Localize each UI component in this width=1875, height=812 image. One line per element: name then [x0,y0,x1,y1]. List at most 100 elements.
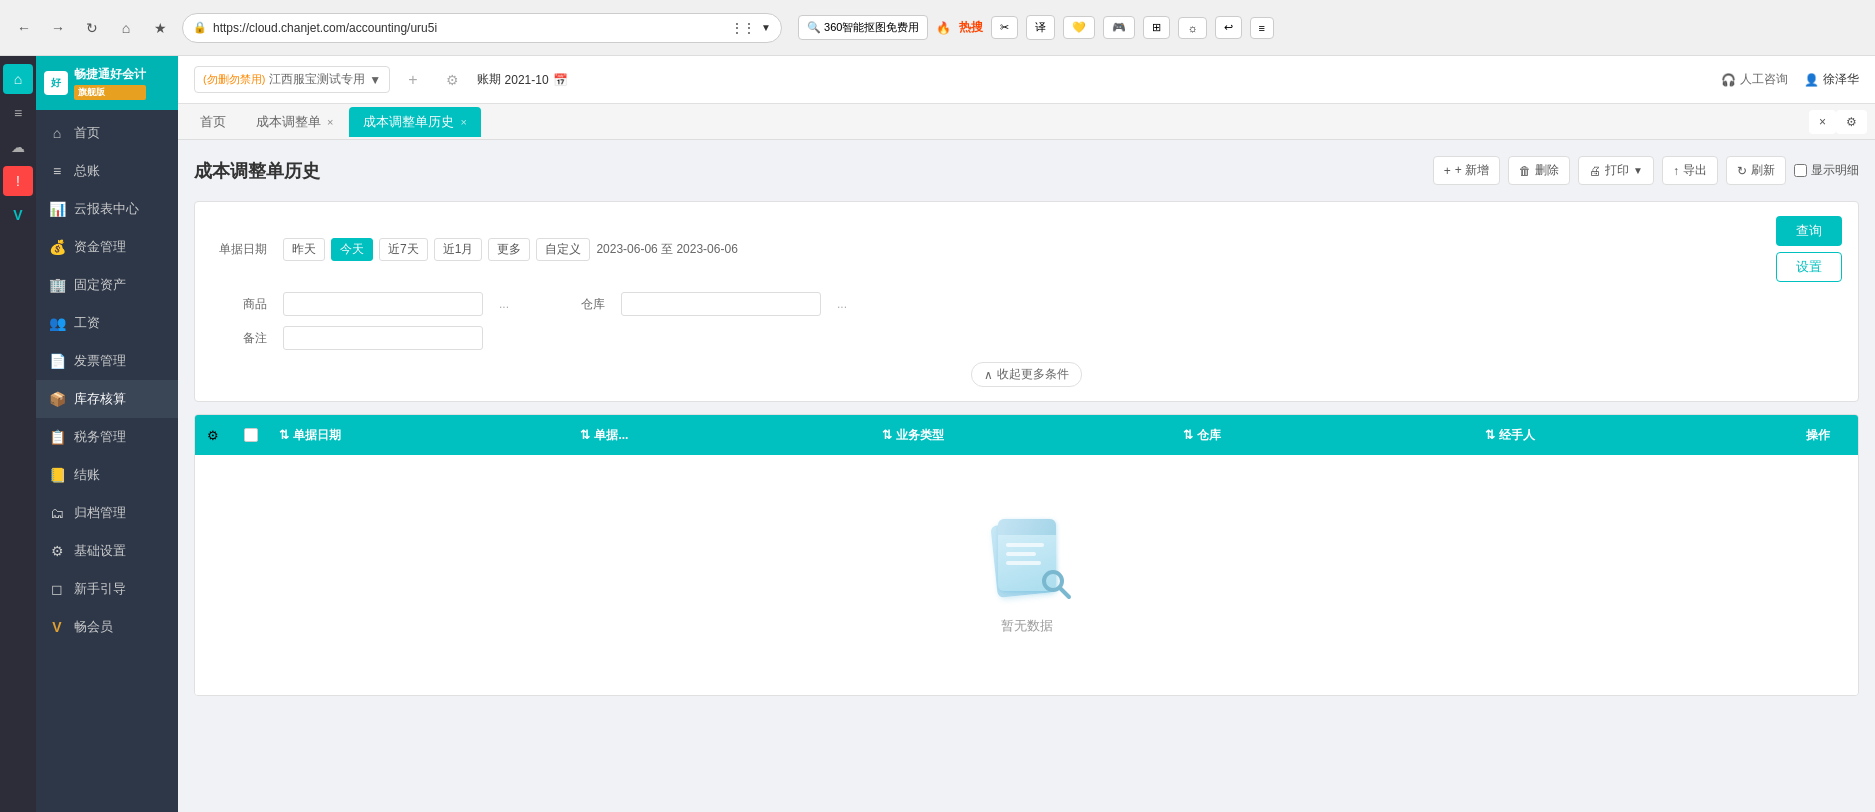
sidebar-item-ledger[interactable]: ≡ 总账 [36,152,178,190]
set-btn[interactable]: 设置 [1776,252,1842,282]
avatar-icon: 👤 [1804,73,1819,87]
add-company-btn[interactable]: + [398,66,427,94]
theme-btn[interactable]: ☼ [1178,17,1206,39]
sidebar-item-home[interactable]: ⌂ 首页 [36,114,178,152]
user-info[interactable]: 👤 徐泽华 [1804,71,1859,88]
display-cols-toggle[interactable]: 显示明细 [1794,162,1859,179]
goods-more-btn[interactable]: ... [499,297,509,311]
reload-button[interactable]: ↻ [78,14,106,42]
tab-cost-adjust-close[interactable]: × [327,116,333,128]
date-yesterday-btn[interactable]: 昨天 [283,238,325,261]
forward-button[interactable]: → [44,14,72,42]
sidebar-item-tax[interactable]: 📋 税务管理 [36,418,178,456]
dropdown-icon[interactable]: ▼ [761,22,771,33]
icon-bar-ledger[interactable]: ≡ [3,98,33,128]
sort-icon-warehouse: ⇅ [1183,428,1193,442]
icon-bar-notify[interactable]: ! [3,166,33,196]
th-checkbox[interactable] [231,428,271,442]
tab-cost-adjust-label: 成本调整单 [256,113,321,131]
refresh-btn[interactable]: ↻ 刷新 [1726,156,1786,185]
tab-cost-adjust-history[interactable]: 成本调整单历史 × [349,107,480,137]
sidebar-item-assets[interactable]: 🏢 固定资产 [36,266,178,304]
icon-bar-home[interactable]: ⌂ [3,64,33,94]
th-number[interactable]: ⇅ 单据... [572,427,873,444]
icon-bar-cloud[interactable]: ☁ [3,132,33,162]
th-biz-type[interactable]: ⇅ 业务类型 [874,427,1175,444]
warehouse-more-btn[interactable]: ... [837,297,847,311]
new-btn[interactable]: + + 新增 [1433,156,1500,185]
date-today-btn[interactable]: 今天 [331,238,373,261]
game-btn[interactable]: 🎮 [1103,16,1135,39]
translate-btn[interactable]: 译 [1026,15,1055,40]
sidebar-item-label-settlement: 结账 [74,466,100,484]
back-button[interactable]: ← [10,14,38,42]
wallet-btn[interactable]: 💛 [1063,16,1095,39]
sidebar-item-reports[interactable]: 📊 云报表中心 [36,190,178,228]
column-settings-icon[interactable]: ⚙ [207,428,219,443]
collapse-icon: ∧ [984,368,993,382]
export-icon: ↑ [1673,164,1679,178]
goods-filter-label: 商品 [211,296,267,313]
date-custom-btn[interactable]: 自定义 [536,238,590,261]
close-all-tabs-btn[interactable]: × [1809,110,1836,134]
bookmark-button[interactable]: ★ [146,14,174,42]
invoice-icon: 📄 [48,353,66,369]
collapse-btn[interactable]: ∧ 收起更多条件 [971,362,1082,387]
sidebar-item-settings[interactable]: ⚙ 基础设置 [36,532,178,570]
sidebar-item-invoice[interactable]: 📄 发票管理 [36,342,178,380]
calendar-icon[interactable]: 📅 [553,73,568,87]
warehouse-filter-input[interactable] [621,292,821,316]
sidebar-item-inventory[interactable]: 📦 库存核算 [36,380,178,418]
tab-settings-btn[interactable]: ⚙ [1836,110,1867,134]
sidebar-item-vip[interactable]: V 畅会员 [36,608,178,646]
note-filter-input[interactable] [283,326,483,350]
sidebar-item-settlement[interactable]: 📒 结账 [36,456,178,494]
settings-company-btn[interactable]: ⚙ [436,67,469,93]
sidebar-version: 旗舰版 [74,85,146,100]
sidebar-item-label-guide: 新手引导 [74,580,126,598]
export-btn[interactable]: ↑ 导出 [1662,156,1718,185]
sidebar-item-guide[interactable]: ◻ 新手引导 [36,570,178,608]
goods-filter-input[interactable] [283,292,483,316]
th-date[interactable]: ⇅ 单据日期 [271,427,572,444]
icon-bar-v[interactable]: V [3,200,33,230]
menu-btn[interactable]: ≡ [1250,17,1274,39]
empty-illustration [982,515,1072,605]
archive-icon: 🗂 [48,505,66,521]
print-btn-label: 打印 [1605,162,1629,179]
select-all-checkbox[interactable] [244,428,258,442]
nav-buttons: ← → ↻ ⌂ ★ [10,14,174,42]
print-btn[interactable]: 🖨 打印 ▼ [1578,156,1654,185]
search-icon: 🔍 [807,21,821,33]
funds-icon: 💰 [48,239,66,255]
th-warehouse-label: 仓库 [1197,427,1221,444]
service-btn[interactable]: 🎧 人工咨询 [1721,71,1788,88]
th-settings[interactable]: ⚙ [195,428,231,443]
query-btn[interactable]: 查询 [1776,216,1842,246]
sidebar-item-label-inventory: 库存核算 [74,390,126,408]
scissors-btn[interactable]: ✂ [991,16,1018,39]
hot-fire-icon: 🔥 [936,21,951,35]
date-more-btn[interactable]: 更多 [488,238,530,261]
grid-btn[interactable]: ⊞ [1143,16,1170,39]
search-tool-btn[interactable]: 🔍 360智能抠图免费用 [798,15,928,40]
delete-btn[interactable]: 🗑 删除 [1508,156,1570,185]
display-cols-checkbox[interactable] [1794,164,1807,177]
address-bar[interactable]: 🔒 https://cloud.chanjet.com/accounting/u… [182,13,782,43]
date-7days-btn[interactable]: 近7天 [379,238,428,261]
tab-cost-adjust-history-close[interactable]: × [460,116,466,128]
tab-bar: 首页 成本调整单 × 成本调整单历史 × × ⚙ [178,104,1875,140]
date-1month-btn[interactable]: 近1月 [434,238,483,261]
th-warehouse[interactable]: ⇅ 仓库 [1175,427,1476,444]
th-operator[interactable]: ⇅ 经手人 [1477,427,1778,444]
tab-cost-adjust[interactable]: 成本调整单 × [242,107,347,137]
home-icon: ⌂ [48,125,66,141]
sidebar-item-payroll[interactable]: 👥 工资 [36,304,178,342]
sidebar-item-archive[interactable]: 🗂 归档管理 [36,494,178,532]
tab-home[interactable]: 首页 [186,107,240,137]
undo-btn[interactable]: ↩ [1215,16,1242,39]
sidebar-item-funds[interactable]: 💰 资金管理 [36,228,178,266]
home-button[interactable]: ⌂ [112,14,140,42]
company-selector[interactable]: (勿删勿禁用) 江西服宝测试专用 ▼ [194,66,390,93]
collapse-bar: ∧ 收起更多条件 [211,362,1842,387]
